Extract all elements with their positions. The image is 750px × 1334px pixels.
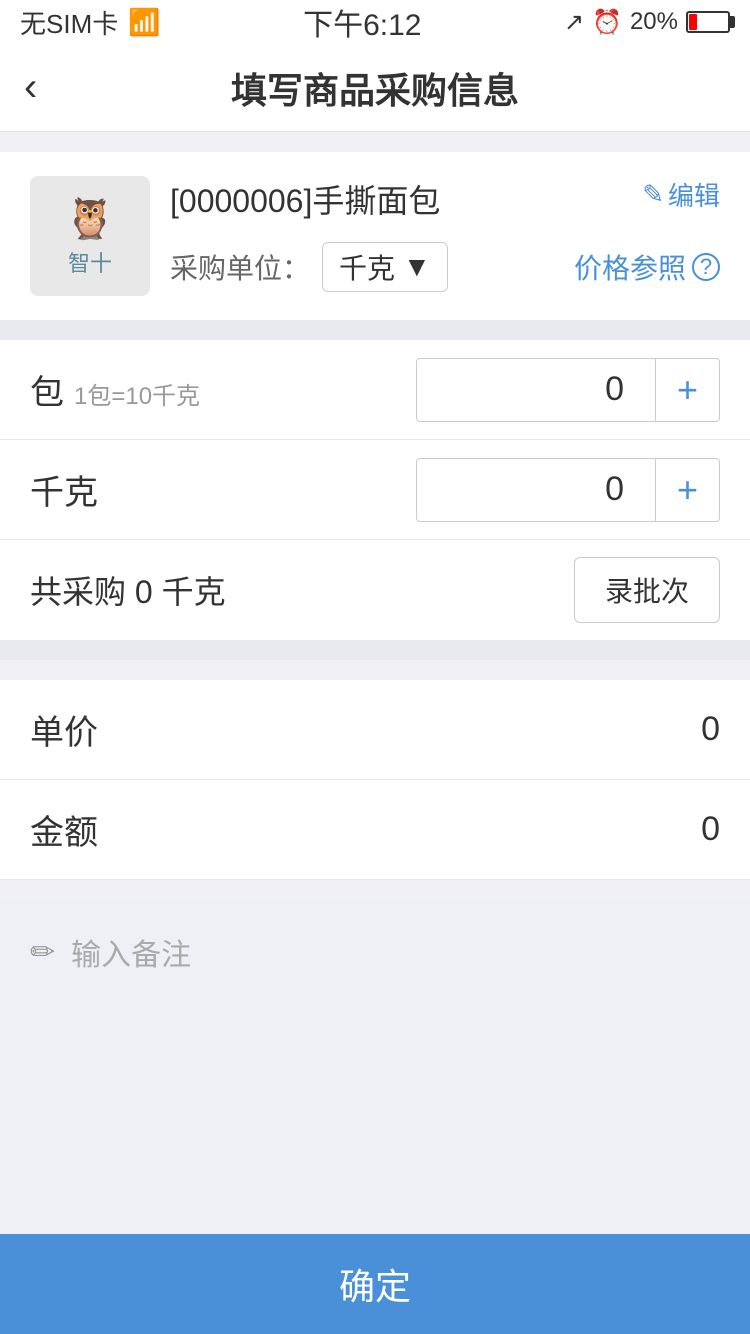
edit-icon: ✎ — [642, 179, 664, 210]
bag-input-right: + — [416, 358, 720, 422]
product-logo-icon: 🦉 — [65, 195, 115, 242]
price-section: 单价 0 金额 0 — [0, 680, 750, 880]
product-header: [0000006]手撕面包 ✎ 编辑 — [170, 176, 720, 222]
pencil-icon: ✏ — [30, 935, 55, 970]
amount-value: 0 — [701, 810, 720, 849]
unit-price-row: 单价 0 — [0, 680, 750, 780]
bag-label: 包 1包=10千克 — [30, 365, 200, 414]
product-info: [0000006]手撕面包 ✎ 编辑 采购单位： 千克 ▼ 价格参照 ? — [170, 176, 720, 292]
edit-label[interactable]: 编辑 — [668, 176, 720, 213]
nav-bar: ‹ 填写商品采购信息 — [0, 44, 750, 132]
page-title: 填写商品采购信息 — [231, 62, 519, 114]
amount-row: 金额 0 — [0, 780, 750, 880]
amount-label: 金额 — [30, 805, 98, 854]
unit-dropdown[interactable]: 千克 ▼ — [322, 242, 448, 292]
location-icon: ↗ — [564, 8, 584, 37]
bag-sublabel: 1包=10千克 — [74, 376, 200, 411]
status-left: 无SIM卡 📶 — [20, 4, 161, 41]
summary-unit: 千克 — [162, 574, 226, 610]
price-ref-help-icon[interactable]: ? — [692, 253, 720, 281]
battery-icon — [686, 11, 730, 33]
price-ref-link[interactable]: 价格参照 ? — [574, 247, 720, 287]
confirm-button[interactable]: 确定 — [0, 1234, 750, 1334]
product-card: 🦉 智十 [0000006]手撕面包 ✎ 编辑 采购单位： 千克 ▼ 价格参照 … — [0, 152, 750, 320]
bag-plus-button[interactable]: + — [656, 358, 720, 422]
bag-label-text: 包 — [30, 365, 64, 414]
unit-value: 千克 — [339, 247, 395, 287]
bag-input-row: 包 1包=10千克 + — [0, 340, 750, 440]
carrier-text: 无SIM卡 — [20, 4, 118, 41]
status-right: ↗ ⏰ 20% — [564, 8, 730, 37]
back-button[interactable]: ‹ — [24, 65, 37, 110]
summary-prefix: 共采购 — [30, 574, 126, 610]
battery-percent: 20% — [630, 8, 678, 36]
edit-link[interactable]: ✎ 编辑 — [642, 176, 720, 213]
kg-label-text: 千克 — [30, 465, 98, 514]
kg-plus-button[interactable]: + — [656, 458, 720, 522]
kg-label: 千克 — [30, 465, 98, 514]
notes-placeholder: 输入备注 — [71, 930, 191, 974]
price-ref-label: 价格参照 — [574, 247, 686, 287]
unit-price-label: 单价 — [30, 705, 98, 754]
kg-input-right: + — [416, 458, 720, 522]
alarm-icon: ⏰ — [592, 8, 622, 37]
summary-amount: 0 — [135, 574, 153, 610]
bag-quantity-input[interactable] — [416, 358, 656, 422]
summary-row: 共采购 0 千克 录批次 — [0, 540, 750, 640]
status-bar: 无SIM卡 📶 下午6:12 ↗ ⏰ 20% — [0, 0, 750, 44]
summary-text: 共采购 0 千克 — [30, 567, 226, 613]
product-image: 🦉 智十 — [30, 176, 150, 296]
unit-label: 采购单位： — [170, 247, 310, 287]
product-unit-row: 采购单位： 千克 ▼ 价格参照 ? — [170, 242, 720, 292]
section-divider-1 — [0, 320, 750, 340]
product-logo-text: 智十 — [68, 246, 112, 278]
batch-button[interactable]: 录批次 — [574, 557, 720, 623]
kg-quantity-input[interactable] — [416, 458, 656, 522]
input-section: 包 1包=10千克 + 千克 + — [0, 340, 750, 540]
dropdown-arrow-icon: ▼ — [403, 251, 431, 283]
product-name: [0000006]手撕面包 — [170, 176, 440, 222]
status-time: 下午6:12 — [303, 0, 421, 44]
wifi-icon: 📶 — [128, 7, 160, 38]
confirm-button-label: 确定 — [339, 1258, 411, 1310]
notes-section[interactable]: ✏ 输入备注 — [0, 900, 750, 1004]
kg-input-row: 千克 + — [0, 440, 750, 540]
unit-price-value: 0 — [701, 710, 720, 749]
section-divider-2 — [0, 640, 750, 660]
